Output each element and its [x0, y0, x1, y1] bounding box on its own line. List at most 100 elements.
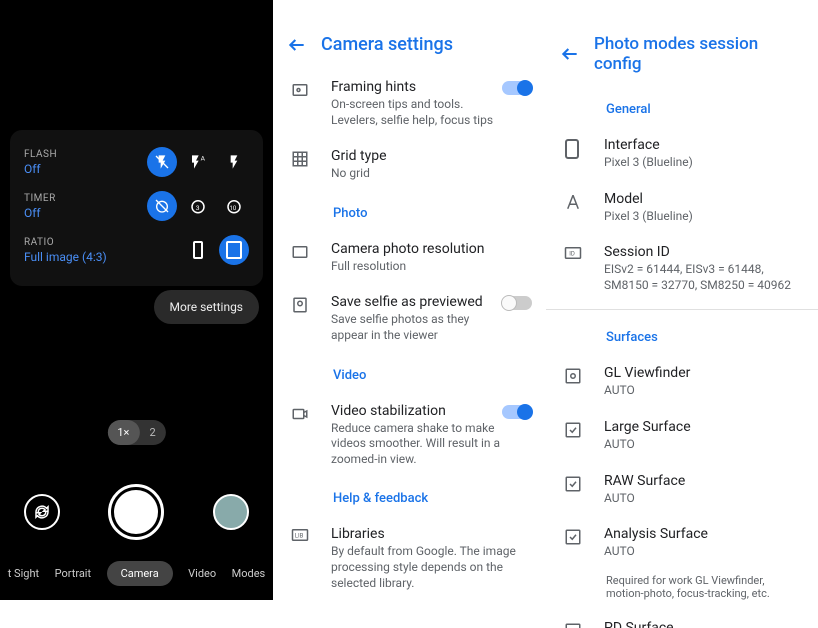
stabilization-row[interactable]: Video stabilization Reduce camera shake …	[273, 393, 546, 478]
check-box-icon	[564, 419, 594, 439]
selfie-title: Save selfie as previewed	[331, 294, 502, 310]
resolution-sub: Full resolution	[331, 259, 532, 275]
model-sub: Pixel 3 (Blueline)	[604, 209, 804, 225]
surface-icon	[564, 365, 594, 385]
settings-title: Camera settings	[321, 34, 453, 55]
timer-off-icon[interactable]	[147, 191, 177, 221]
check-box-icon	[564, 620, 594, 628]
session-sub: EISv2 = 61444, EISv3 = 61448, SM8150 = 3…	[604, 262, 804, 293]
large-surface-row[interactable]: Large Surface AUTO	[546, 409, 818, 463]
settings-header: Camera settings	[273, 0, 546, 69]
stabilization-icon	[291, 403, 321, 423]
config-list[interactable]: General Interface Pixel 3 (Blueline) Mod…	[546, 88, 818, 628]
general-section-header: General	[546, 88, 818, 127]
selfie-sub: Save selfie photos as they appear in the…	[331, 312, 502, 343]
analysis-surface-row[interactable]: Analysis Surface AUTO	[546, 516, 818, 570]
gallery-thumbnail[interactable]	[213, 494, 249, 530]
more-settings-button[interactable]: More settings	[154, 290, 260, 324]
flash-on-icon[interactable]	[219, 147, 249, 177]
grid-sub: No grid	[331, 166, 532, 182]
back-arrow-icon[interactable]	[560, 44, 580, 64]
large-sub: AUTO	[604, 437, 804, 453]
svg-text:A: A	[201, 155, 206, 163]
ratio-row: RATIO Full image (4:3)	[24, 228, 249, 272]
timer-3s-icon[interactable]: 3	[183, 191, 213, 221]
model-title: Model	[604, 191, 804, 207]
interface-title: Interface	[604, 137, 804, 153]
selfie-icon	[291, 294, 321, 314]
quick-settings-sheet: FLASH Off A TIMER Off	[10, 130, 263, 286]
ratio-narrow-icon[interactable]	[183, 235, 213, 265]
developer-row[interactable]: Developer Settings	[273, 601, 546, 609]
raw-sub: AUTO	[604, 491, 804, 507]
ratio-label: RATIO	[24, 237, 107, 248]
pd-surface-row[interactable]: PD Surface AUTO	[546, 610, 818, 628]
video-section-header: Video	[273, 354, 546, 393]
stab-toggle[interactable]	[502, 405, 532, 419]
resolution-icon	[291, 241, 321, 261]
settings-list[interactable]: Framing hints On-screen tips and tools. …	[273, 69, 546, 609]
phone-icon	[564, 137, 594, 159]
zoom-1x[interactable]: 1×	[107, 420, 139, 445]
resolution-row[interactable]: Camera photo resolution Full resolution	[273, 231, 546, 285]
framing-icon	[291, 79, 321, 99]
flash-auto-icon[interactable]: A	[183, 147, 213, 177]
timer-10s-icon[interactable]: 10	[219, 191, 249, 221]
back-arrow-icon[interactable]	[287, 35, 307, 55]
mode-camera[interactable]: Camera	[107, 561, 173, 586]
flash-value: Off	[24, 162, 57, 176]
svg-text:ID: ID	[569, 250, 575, 257]
libraries-row[interactable]: LIB Libraries By default from Google. Th…	[273, 516, 546, 601]
check-box-icon	[564, 526, 594, 546]
interface-sub: Pixel 3 (Blueline)	[604, 155, 804, 171]
libs-title: Libraries	[331, 526, 532, 542]
model-row[interactable]: Model Pixel 3 (Blueline)	[546, 181, 818, 235]
help-section-header[interactable]: Help & feedback	[273, 477, 546, 516]
stab-title: Video stabilization	[331, 403, 502, 419]
flash-label: FLASH	[24, 149, 57, 160]
timer-value: Off	[24, 206, 56, 220]
gl-sub: AUTO	[604, 383, 804, 399]
check-box-icon	[564, 473, 594, 493]
pd-title: PD Surface	[604, 620, 804, 628]
photo-section-header: Photo	[273, 192, 546, 231]
session-id-row[interactable]: ID Session ID EISv2 = 61444, EISv3 = 614…	[546, 234, 818, 303]
mode-video[interactable]: Video	[188, 567, 216, 580]
ratio-full-icon[interactable]	[219, 235, 249, 265]
framing-toggle[interactable]	[502, 81, 532, 95]
mode-modes[interactable]: Modes	[232, 567, 266, 580]
mode-selector[interactable]: t Sight Portrait Camera Video Modes	[0, 561, 273, 586]
grid-type-row[interactable]: Grid type No grid	[273, 138, 546, 192]
gl-viewfinder-row[interactable]: GL Viewfinder AUTO	[546, 355, 818, 409]
stab-sub: Reduce camera shake to make videos smoot…	[331, 421, 502, 468]
grid-title: Grid type	[331, 148, 532, 164]
shutter-button[interactable]	[108, 484, 164, 540]
zoom-selector[interactable]: 1× 2	[107, 420, 165, 445]
session-config-panel: Photo modes session config General Inter…	[546, 0, 818, 600]
id-icon: ID	[564, 244, 594, 260]
large-title: Large Surface	[604, 419, 804, 435]
camera-settings-panel: Camera settings Framing hints On-screen …	[273, 0, 546, 600]
ratio-value: Full image (4:3)	[24, 250, 107, 264]
divider	[546, 309, 818, 310]
libs-sub: By default from Google. The image proces…	[331, 544, 532, 591]
timer-row: TIMER Off 3 10	[24, 184, 249, 228]
raw-surface-row[interactable]: RAW Surface AUTO	[546, 463, 818, 517]
framing-sub: On-screen tips and tools. Levelers, self…	[331, 97, 502, 128]
config-header: Photo modes session config	[546, 0, 818, 88]
flash-row: FLASH Off A	[24, 140, 249, 184]
interface-row[interactable]: Interface Pixel 3 (Blueline)	[546, 127, 818, 181]
flash-off-icon[interactable]	[147, 147, 177, 177]
svg-text:10: 10	[230, 205, 237, 212]
zoom-2x[interactable]: 2	[139, 420, 165, 445]
framing-title: Framing hints	[331, 79, 502, 95]
switch-camera-button[interactable]	[24, 494, 60, 530]
mode-portrait[interactable]: Portrait	[55, 567, 92, 580]
analysis-title: Analysis Surface	[604, 526, 804, 542]
timer-label: TIMER	[24, 193, 56, 204]
mode-night-sight[interactable]: t Sight	[8, 567, 39, 580]
selfie-row[interactable]: Save selfie as previewed Save selfie pho…	[273, 284, 546, 353]
framing-hints-row[interactable]: Framing hints On-screen tips and tools. …	[273, 69, 546, 138]
camera-controls	[0, 484, 273, 540]
selfie-toggle[interactable]	[502, 296, 532, 310]
